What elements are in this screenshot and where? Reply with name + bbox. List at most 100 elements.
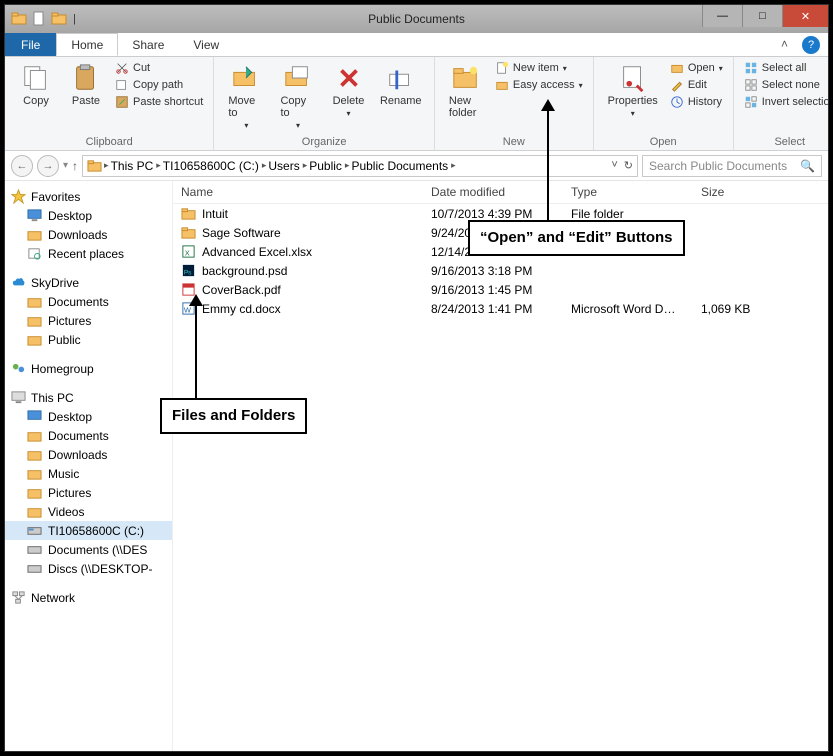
folder-icon <box>27 294 42 309</box>
new-folder-icon <box>451 63 481 93</box>
folder-icon <box>11 11 27 27</box>
nav-favorites[interactable]: Favorites <box>5 187 172 206</box>
copy-to-button[interactable]: Copy to▾ <box>276 61 319 132</box>
select-none-button[interactable]: Select none <box>744 78 829 92</box>
cut-button[interactable]: Cut <box>115 61 203 75</box>
list-item[interactable]: WEmmy cd.docx8/24/2013 1:41 PMMicrosoft … <box>173 299 828 318</box>
nav-item-recent[interactable]: Recent places <box>5 244 172 263</box>
select-none-icon <box>744 78 758 92</box>
dropdown-icon[interactable]: ˅ <box>611 159 617 172</box>
col-type[interactable]: Type <box>563 181 693 203</box>
desktop-icon <box>27 409 42 424</box>
svg-text:X: X <box>185 248 190 257</box>
copy-to-icon <box>283 63 313 93</box>
edit-button[interactable]: Edit <box>670 78 723 92</box>
help-button[interactable]: ? <box>802 36 820 54</box>
nav-item-pc-music[interactable]: Music <box>5 464 172 483</box>
minimize-button[interactable]: — <box>702 5 742 27</box>
nav-item-pc-downloads[interactable]: Downloads <box>5 445 172 464</box>
desktop-icon <box>27 208 42 223</box>
column-headers[interactable]: Name Date modified Type Size <box>173 181 828 204</box>
easy-access-button[interactable]: Easy access ▾ <box>495 78 583 92</box>
tab-file[interactable]: File <box>5 33 56 56</box>
group-label-organize: Organize <box>224 134 424 148</box>
forward-button[interactable]: → <box>37 155 59 177</box>
folder-icon <box>87 158 102 173</box>
history-icon <box>670 95 684 109</box>
nav-homegroup[interactable]: Homegroup <box>5 359 172 378</box>
refresh-button[interactable]: ↻ <box>624 159 633 172</box>
list-item[interactable]: Psbackground.psd9/16/2013 3:18 PM <box>173 261 828 280</box>
easy-access-icon <box>495 78 509 92</box>
nav-item-pc-desktop[interactable]: Desktop <box>5 407 172 426</box>
nav-item-sd-public[interactable]: Public <box>5 330 172 349</box>
nav-skydrive[interactable]: SkyDrive <box>5 273 172 292</box>
nav-item-downloads[interactable]: Downloads <box>5 225 172 244</box>
paste-shortcut-button[interactable]: Paste shortcut <box>115 95 203 109</box>
netdrive-icon <box>27 561 42 576</box>
address-bar: ← → ▾ ↑ ▸ This PC▸ TI10658600C (C:)▸ Use… <box>5 151 828 181</box>
back-button[interactable]: ← <box>11 155 33 177</box>
col-name[interactable]: Name <box>173 181 423 203</box>
nav-network[interactable]: Network <box>5 588 172 607</box>
arrow-line <box>547 105 549 220</box>
folder-icon <box>27 485 42 500</box>
properties-button[interactable]: Properties▾ <box>604 61 662 120</box>
move-to-button[interactable]: Move to▾ <box>224 61 268 132</box>
up-button[interactable]: ↑ <box>72 159 78 173</box>
properties-icon <box>618 63 648 93</box>
close-button[interactable]: ✕ <box>782 5 828 27</box>
excel-icon: X <box>181 244 196 259</box>
copy-path-button[interactable]: Copy path <box>115 78 203 92</box>
navigation-pane: Favorites Desktop Downloads Recent place… <box>5 181 173 751</box>
nav-item-pc-documents[interactable]: Documents <box>5 426 172 445</box>
nav-item-pc-netdocs[interactable]: Documents (\\DES <box>5 540 172 559</box>
open-button[interactable]: Open ▾ <box>670 61 723 75</box>
nav-item-desktop[interactable]: Desktop <box>5 206 172 225</box>
nav-item-pc-videos[interactable]: Videos <box>5 502 172 521</box>
invert-selection-button[interactable]: Invert selection <box>744 95 829 109</box>
document-icon <box>31 11 47 27</box>
new-item-icon <box>495 61 509 75</box>
col-size[interactable]: Size <box>693 181 773 203</box>
nav-thispc[interactable]: This PC <box>5 388 172 407</box>
arrow-head-up-icon <box>189 294 203 306</box>
tab-share[interactable]: Share <box>118 33 179 56</box>
folder-icon <box>27 227 42 242</box>
col-date[interactable]: Date modified <box>423 181 563 203</box>
file-list: Name Date modified Type Size Intuit10/7/… <box>173 181 828 751</box>
paste-icon <box>71 63 101 93</box>
nav-item-pc-drive-c[interactable]: TI10658600C (C:) <box>5 521 172 540</box>
tab-home[interactable]: Home <box>56 33 118 56</box>
move-icon <box>231 63 261 93</box>
delete-icon <box>334 63 364 93</box>
drive-icon <box>27 523 42 538</box>
copy-button[interactable]: Copy <box>15 61 57 109</box>
paste-button[interactable]: Paste <box>65 61 107 109</box>
new-folder-button[interactable]: New folder <box>445 61 487 121</box>
rename-button[interactable]: Rename <box>378 61 424 109</box>
pc-icon <box>11 390 26 405</box>
nav-item-sd-pictures[interactable]: Pictures <box>5 311 172 330</box>
folder-icon <box>27 428 42 443</box>
cloud-icon <box>11 275 26 290</box>
ribbon-collapse[interactable]: ˄ <box>775 33 794 56</box>
rename-icon <box>386 63 416 93</box>
nav-item-pc-netdiscs[interactable]: Discs (\\DESKTOP- <box>5 559 172 578</box>
select-all-icon <box>744 61 758 75</box>
nav-item-pc-pictures[interactable]: Pictures <box>5 483 172 502</box>
ribbon: Copy Paste Cut Copy path Paste shortcut … <box>5 57 828 151</box>
window-title: Public Documents <box>368 12 465 26</box>
list-item[interactable]: CoverBack.pdf9/16/2013 1:45 PM <box>173 280 828 299</box>
select-all-button[interactable]: Select all <box>744 61 829 75</box>
tab-view[interactable]: View <box>179 33 234 56</box>
arrow-line <box>195 300 197 398</box>
recent-locations[interactable]: ▾ <box>63 160 68 171</box>
delete-button[interactable]: Delete▾ <box>328 61 370 120</box>
breadcrumb[interactable]: ▸ This PC▸ TI10658600C (C:)▸ Users▸ Publ… <box>82 155 638 177</box>
new-item-button[interactable]: New item ▾ <box>495 61 583 75</box>
search-input[interactable]: Search Public Documents 🔍 <box>642 155 822 177</box>
nav-item-sd-documents[interactable]: Documents <box>5 292 172 311</box>
history-button[interactable]: History <box>670 95 723 109</box>
maximize-button[interactable]: □ <box>742 5 782 27</box>
